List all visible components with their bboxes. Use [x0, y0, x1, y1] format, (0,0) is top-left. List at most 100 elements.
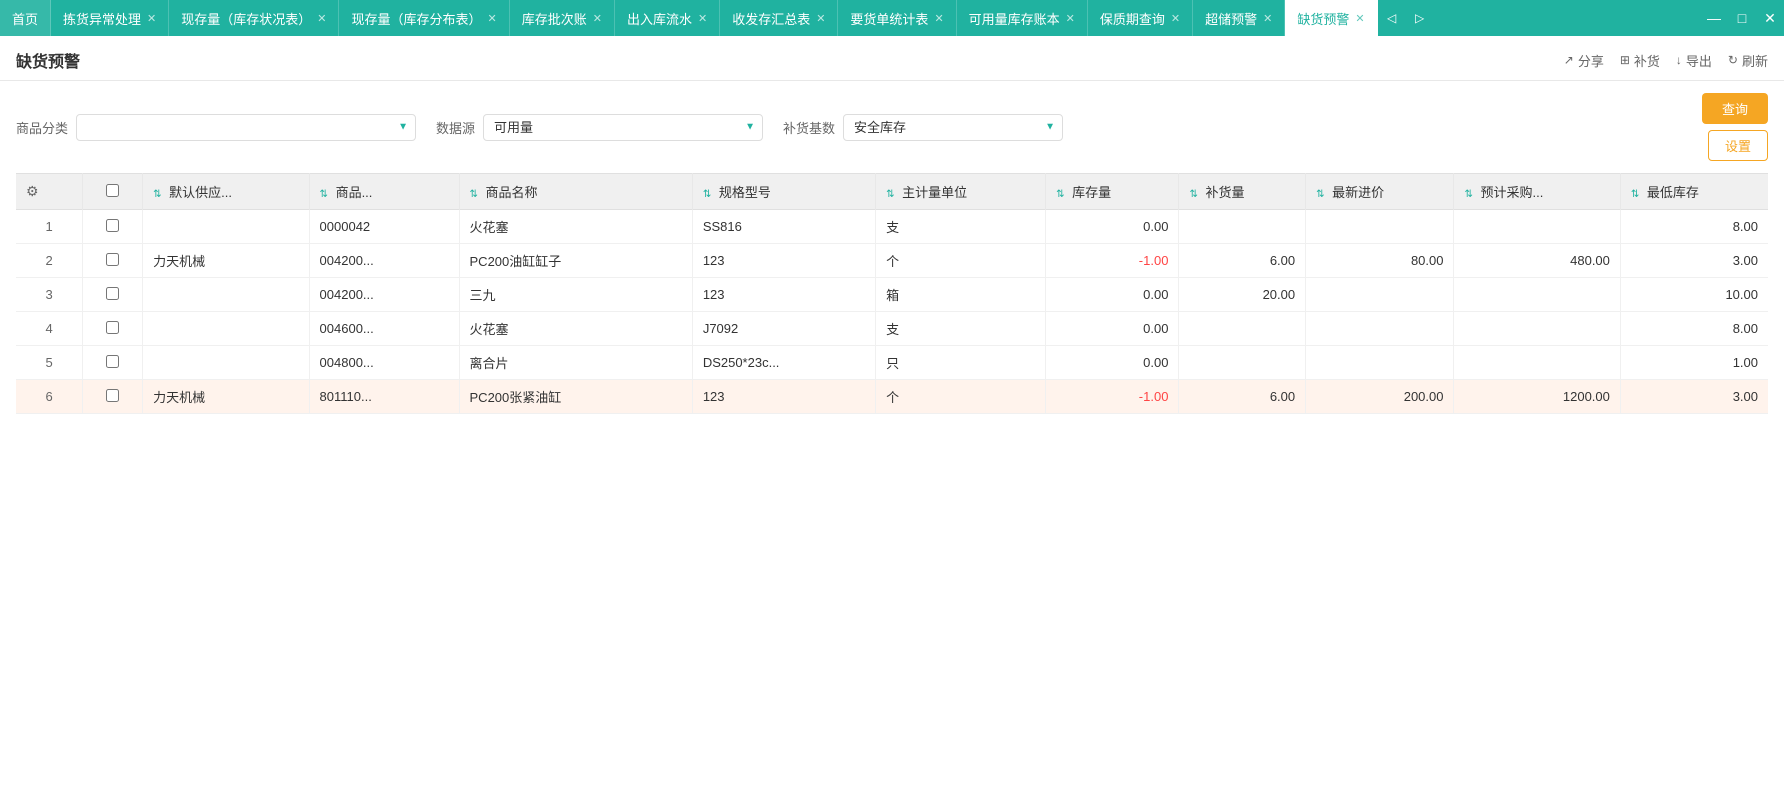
category-select-wrapper: [76, 114, 416, 141]
refresh-icon: ↻: [1728, 53, 1738, 67]
cell-stock-4: 0.00: [1046, 346, 1179, 380]
tab-available-ledger[interactable]: 可用量库存账本 ✕: [957, 0, 1088, 36]
close-btn[interactable]: ✕: [1756, 0, 1784, 36]
datasource-filter-group: 数据源 可用量: [436, 114, 763, 141]
tab-close-inout-flow[interactable]: ✕: [698, 12, 707, 25]
cell-code-1: 004200...: [309, 244, 459, 278]
cell-name-1: PC200油缸缸子: [459, 244, 692, 278]
cell-price-4: [1306, 346, 1454, 380]
tab-next-btn[interactable]: ▷: [1406, 0, 1434, 36]
th-price[interactable]: ⇅ 最新进价: [1306, 174, 1454, 210]
tab-inventory-status[interactable]: 现存量（库存状况表） ✕: [169, 0, 339, 36]
query-button[interactable]: 查询: [1702, 93, 1768, 124]
th-supplier[interactable]: ⇅ 默认供应...: [143, 174, 309, 210]
row-checkbox-1[interactable]: [106, 253, 119, 266]
cell-estimate-3: [1454, 312, 1620, 346]
minimize-btn[interactable]: —: [1700, 0, 1728, 36]
tab-close-inventory-status[interactable]: ✕: [317, 12, 326, 25]
row-checkbox-0[interactable]: [106, 219, 119, 232]
cell-check-3[interactable]: [83, 312, 143, 346]
row-checkbox-5[interactable]: [106, 389, 119, 402]
th-code[interactable]: ⇅ 商品...: [309, 174, 459, 210]
tab-anomaly[interactable]: 拣货异常处理 ✕: [51, 0, 169, 36]
cell-index-4: 5: [16, 346, 83, 380]
cell-check-0[interactable]: [83, 210, 143, 244]
cell-index-1: 2: [16, 244, 83, 278]
th-unit[interactable]: ⇅ 主计量单位: [876, 174, 1046, 210]
table-row: 3 004200... 三九 123 箱 0.00 20.00 10.00: [16, 278, 1768, 312]
tab-inventory-dist[interactable]: 现存量（库存分布表） ✕: [339, 0, 509, 36]
th-settings[interactable]: ⚙: [16, 174, 83, 210]
cell-supplier-5: 力天机械: [143, 380, 309, 414]
cell-stock-5: -1.00: [1046, 380, 1179, 414]
header-actions: ↗ 分享 ⊞ 补货 ↓ 导出 ↻ 刷新: [1564, 51, 1768, 70]
replenish-link[interactable]: ⊞ 补货: [1620, 51, 1660, 70]
tab-close-expiry-query[interactable]: ✕: [1171, 12, 1180, 25]
table-container: ⚙ ⇅ 默认供应... ⇅ 商品... ⇅ 商品名称: [0, 173, 1784, 430]
sort-icon-spec: ⇅: [703, 189, 711, 200]
replenish-basis-select[interactable]: 安全库存: [843, 114, 1063, 141]
th-spec[interactable]: ⇅ 规格型号: [692, 174, 875, 210]
tab-batch-account[interactable]: 库存批次账 ✕: [510, 0, 615, 36]
tab-close-available-ledger[interactable]: ✕: [1066, 12, 1075, 25]
row-checkbox-3[interactable]: [106, 321, 119, 334]
cell-spec-4: DS250*23c...: [692, 346, 875, 380]
cell-spec-0: SS816: [692, 210, 875, 244]
replenish-basis-label: 补货基数: [783, 118, 835, 137]
tab-close-order-stats[interactable]: ✕: [934, 12, 943, 25]
datasource-label: 数据源: [436, 118, 475, 137]
cell-check-2[interactable]: [83, 278, 143, 312]
share-icon: ↗: [1564, 53, 1574, 67]
cell-estimate-4: [1454, 346, 1620, 380]
th-replenish[interactable]: ⇅ 补货量: [1179, 174, 1306, 210]
th-stock[interactable]: ⇅ 库存量: [1046, 174, 1179, 210]
cell-stock-2: 0.00: [1046, 278, 1179, 312]
tab-close-shortage[interactable]: ✕: [1355, 12, 1364, 25]
cell-spec-2: 123: [692, 278, 875, 312]
tab-close-batch-account[interactable]: ✕: [593, 12, 602, 25]
maximize-btn[interactable]: □: [1728, 0, 1756, 36]
tab-expiry-query[interactable]: 保质期查询 ✕: [1088, 0, 1193, 36]
tab-close-overstock[interactable]: ✕: [1263, 12, 1272, 25]
tab-close-anomaly[interactable]: ✕: [147, 12, 156, 25]
tab-prev-btn[interactable]: ◁: [1378, 0, 1406, 36]
tab-overstock[interactable]: 超储预警 ✕: [1193, 0, 1285, 36]
tab-receipt-summary[interactable]: 收发存汇总表 ✕: [720, 0, 838, 36]
share-link[interactable]: ↗ 分享: [1564, 51, 1604, 70]
sort-icon-name: ⇅: [470, 189, 478, 200]
th-name[interactable]: ⇅ 商品名称: [459, 174, 692, 210]
cell-code-4: 004800...: [309, 346, 459, 380]
tab-order-stats[interactable]: 要货单统计表 ✕: [838, 0, 956, 36]
refresh-link[interactable]: ↻ 刷新: [1728, 51, 1768, 70]
cell-spec-5: 123: [692, 380, 875, 414]
th-checkbox[interactable]: [83, 174, 143, 210]
th-min-stock[interactable]: ⇅ 最低库存: [1620, 174, 1768, 210]
tab-shortage[interactable]: 缺货预警 ✕: [1285, 0, 1377, 36]
category-filter-group: 商品分类: [16, 114, 416, 141]
cell-min-stock-3: 8.00: [1620, 312, 1768, 346]
cell-check-4[interactable]: [83, 346, 143, 380]
row-checkbox-4[interactable]: [106, 355, 119, 368]
filter-area: 商品分类 数据源 可用量 补货基数 安全库存: [0, 81, 1784, 173]
cell-check-1[interactable]: [83, 244, 143, 278]
row-checkbox-2[interactable]: [106, 287, 119, 300]
table-body: 1 0000042 火花塞 SS816 支 0.00 8.00 2 力天机械 0…: [16, 210, 1768, 414]
th-estimate[interactable]: ⇅ 预计采购...: [1454, 174, 1620, 210]
cell-min-stock-4: 1.00: [1620, 346, 1768, 380]
table-row: 4 004600... 火花塞 J7092 支 0.00 8.00: [16, 312, 1768, 346]
cell-unit-0: 支: [876, 210, 1046, 244]
datasource-select[interactable]: 可用量: [483, 114, 763, 141]
tab-bar: 首页 拣货异常处理 ✕ 现存量（库存状况表） ✕ 现存量（库存分布表） ✕ 库存…: [0, 0, 1784, 36]
cell-check-5[interactable]: [83, 380, 143, 414]
tab-close-receipt-summary[interactable]: ✕: [816, 12, 825, 25]
cell-estimate-0: [1454, 210, 1620, 244]
select-all-checkbox[interactable]: [106, 184, 119, 197]
tab-inout-flow[interactable]: 出入库流水 ✕: [615, 0, 720, 36]
tab-home[interactable]: 首页: [0, 0, 51, 36]
category-select[interactable]: [76, 114, 416, 141]
export-link[interactable]: ↓ 导出: [1676, 51, 1712, 70]
cell-unit-3: 支: [876, 312, 1046, 346]
tab-close-inventory-dist[interactable]: ✕: [488, 12, 497, 25]
setting-button[interactable]: 设置: [1708, 130, 1768, 161]
settings-gear-icon[interactable]: ⚙: [26, 183, 39, 199]
